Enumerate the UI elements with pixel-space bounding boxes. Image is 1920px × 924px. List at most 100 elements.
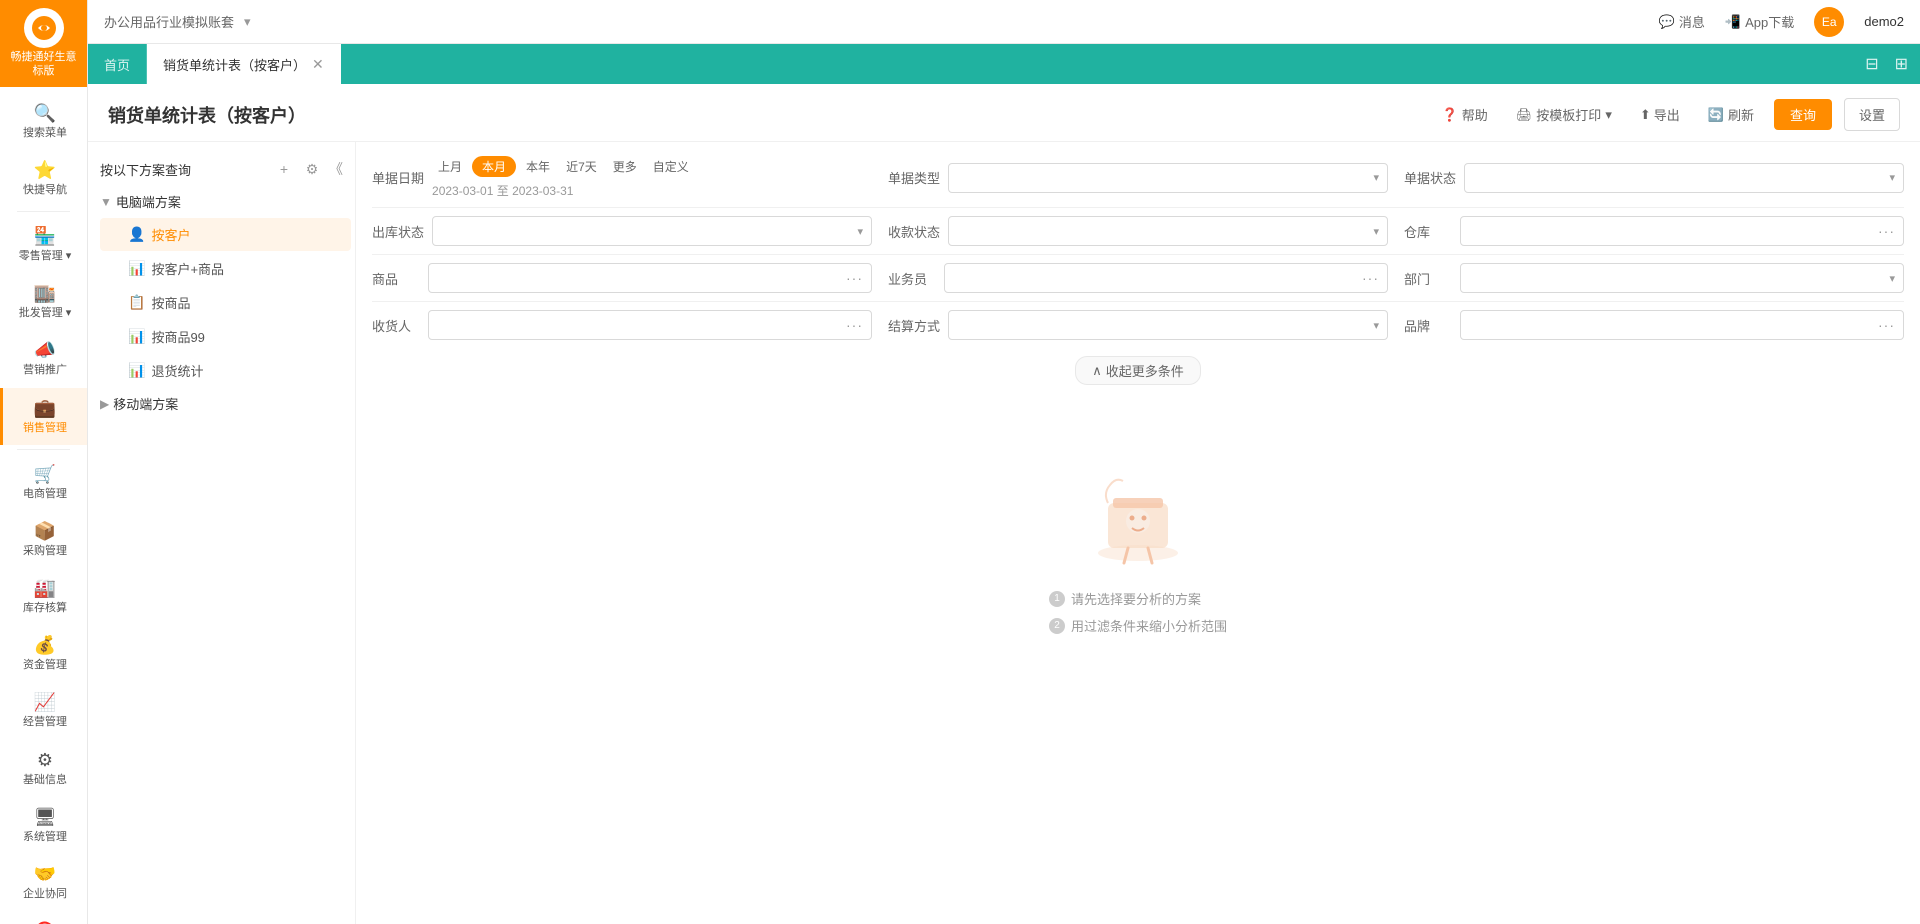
- scheme-item-return-stat-label: 退货统计: [151, 361, 203, 380]
- receiver-input[interactable]: ···: [428, 310, 872, 340]
- tab-sales-stat-label: 销货单统计表（按客户）: [163, 55, 306, 74]
- shortcut-icon: ⭐: [34, 160, 56, 181]
- sidebar-item-newbie[interactable]: 🎯 新手引导: [0, 911, 87, 924]
- collapse-more-btn[interactable]: ∧ 收起更多条件: [1075, 356, 1201, 385]
- export-btn[interactable]: ⬆ 导出: [1632, 101, 1688, 128]
- order-status-input[interactable]: ▾: [1464, 163, 1904, 193]
- product-icon: 📋: [128, 294, 145, 311]
- page-header: 销货单统计表（按客户） ❓ 帮助 🖨 按模板打印 ▾ ⬆ 导出: [88, 84, 1920, 142]
- mobile-group-header[interactable]: ▶ 移动端方案: [92, 388, 351, 419]
- section-divider-1: [372, 207, 1904, 208]
- content-layout: 按以下方案查询 + ⚙ 《 ▼ 电脑端方案: [88, 142, 1920, 924]
- date-quick-7days[interactable]: 近7天: [560, 156, 603, 177]
- date-quick-prev-month[interactable]: 上月: [432, 156, 468, 177]
- scheme-item-by-customer[interactable]: 👤 按客户: [100, 218, 351, 251]
- filter-item-warehouse: 仓库 ···: [1404, 216, 1904, 246]
- sidebar-item-finance[interactable]: 💰 资金管理: [0, 625, 87, 682]
- department-input[interactable]: ▾: [1460, 263, 1904, 293]
- wholesale-icon: 🏬: [34, 283, 56, 304]
- sidebar-item-shortcut[interactable]: ⭐ 快捷导航: [0, 150, 87, 207]
- filter-item-product: 商品 ···: [372, 263, 872, 293]
- scheme-item-by-product[interactable]: 📋 按商品: [100, 286, 351, 319]
- help-btn[interactable]: ❓ 帮助: [1434, 101, 1496, 128]
- collapse-panel-btn[interactable]: 《: [329, 159, 343, 179]
- sidebar-item-operations[interactable]: 📈 经营管理: [0, 682, 87, 739]
- sidebar-item-enterprise[interactable]: 🤝 企业协同: [0, 854, 87, 911]
- sidebar-item-wholesale[interactable]: 🏬 批发管理 ▾: [0, 273, 87, 330]
- sidebar-search-label: 搜索菜单: [23, 127, 67, 140]
- scheme-item-by-customer-product-label: 按客户+商品: [151, 259, 224, 278]
- scheme-item-by-customer-product[interactable]: 📊 按客户+商品: [100, 252, 351, 285]
- order-type-input[interactable]: ▾: [948, 163, 1388, 193]
- scheme-item-by-product-99[interactable]: 📊 按商品99: [100, 320, 351, 353]
- filter-item-out-status: 出库状态 ▾: [372, 216, 872, 246]
- empty-tips: 1 请先选择要分析的方案 2 用过滤条件来缩小分析范围: [1049, 589, 1227, 643]
- sidebar-item-retail[interactable]: 🏪 零售管理 ▾: [0, 216, 87, 273]
- tab-sales-stat-close[interactable]: ✕: [312, 57, 324, 71]
- sidebar-finance-label: 资金管理: [23, 659, 67, 672]
- logo-area[interactable]: 畅捷通好生意标版: [0, 0, 87, 87]
- section-divider-2: [372, 254, 1904, 255]
- tab-minimize-icon[interactable]: ⊟: [1861, 50, 1882, 78]
- mobile-scheme-group: ▶ 移动端方案: [88, 388, 355, 419]
- sidebar-item-purchase[interactable]: 📦 采购管理: [0, 511, 87, 568]
- warehouse-dots: ···: [1878, 223, 1895, 239]
- order-type-arrow: ▾: [1373, 171, 1379, 184]
- sidebar-item-ecommerce[interactable]: 🛒 电商管理: [0, 454, 87, 511]
- app-download-btn[interactable]: 📲 App下载: [1725, 12, 1794, 31]
- brand-input[interactable]: ···: [1460, 310, 1904, 340]
- marketing-icon: 📣: [34, 340, 56, 361]
- sidebar-item-search[interactable]: 🔍 搜索菜单: [0, 93, 87, 150]
- date-quick-this-year[interactable]: 本年: [520, 156, 556, 177]
- help-label: 帮助: [1462, 105, 1488, 124]
- receipt-status-input[interactable]: ▾: [948, 216, 1388, 246]
- scheme-item-by-customer-label: 按客户: [151, 225, 190, 244]
- sidebar-operations-label: 经营管理: [23, 716, 67, 729]
- product-input[interactable]: ···: [428, 263, 872, 293]
- topbar-dropdown-icon[interactable]: ▾: [244, 14, 260, 30]
- filter-item-order-status: 单据状态 ▾: [1404, 163, 1904, 193]
- mobile-group-label: 移动端方案: [113, 394, 178, 413]
- sidebar-item-basic[interactable]: ⚙ 基础信息: [0, 740, 87, 797]
- export-label: 导出: [1654, 105, 1680, 124]
- desktop-group-header[interactable]: ▼ 电脑端方案: [92, 186, 351, 217]
- page-title: 销货单统计表（按客户）: [108, 102, 306, 128]
- tab-sales-stat[interactable]: 销货单统计表（按客户） ✕: [147, 44, 341, 84]
- system-icon: 🖥: [34, 807, 57, 828]
- messages-btn[interactable]: 💬 消息: [1659, 12, 1705, 31]
- date-quick-custom[interactable]: 自定义: [647, 156, 695, 177]
- filter-item-receiver: 收货人 ···: [372, 310, 872, 340]
- receipt-status-arrow: ▾: [1373, 225, 1379, 238]
- query-btn[interactable]: 查询: [1774, 99, 1832, 130]
- sidebar-item-sales[interactable]: 💼 销售管理: [0, 388, 87, 445]
- filter-row-2: 出库状态 ▾ 收款状态 ▾: [372, 216, 1904, 246]
- out-status-input[interactable]: ▾: [432, 216, 872, 246]
- sidebar-item-inventory[interactable]: 🏭 库存核算: [0, 568, 87, 625]
- tab-maximize-icon[interactable]: ⊞: [1891, 50, 1912, 78]
- basic-icon: ⚙: [37, 750, 53, 771]
- tab-home[interactable]: 首页: [88, 44, 147, 84]
- settlement-input[interactable]: ▾: [948, 310, 1388, 340]
- messages-label: 消息: [1679, 12, 1705, 31]
- product99-icon: 📊: [128, 328, 145, 345]
- refresh-btn[interactable]: 🔄 刷新: [1700, 101, 1762, 128]
- date-quick-more[interactable]: 更多: [607, 156, 643, 177]
- settings-btn[interactable]: 设置: [1844, 98, 1900, 131]
- salesperson-input[interactable]: ···: [944, 263, 1388, 293]
- add-scheme-btn[interactable]: +: [273, 158, 295, 180]
- settlement-arrow: ▾: [1373, 319, 1379, 332]
- scheme-item-return-stat[interactable]: 📊 退货统计: [100, 354, 351, 387]
- sidebar-item-marketing[interactable]: 📣 营销推广: [0, 330, 87, 387]
- sidebar-purchase-label: 采购管理: [23, 545, 67, 558]
- user-avatar[interactable]: Ea: [1814, 7, 1844, 37]
- sidebar-enterprise-label: 企业协同: [23, 888, 67, 901]
- template-print-btn[interactable]: 🖨 按模板打印 ▾: [1508, 101, 1620, 128]
- settings-scheme-btn[interactable]: ⚙: [301, 158, 323, 180]
- filter-row-3: 商品 ··· 业务员 ···: [372, 263, 1904, 293]
- filter-item-department: 部门 ▾: [1404, 263, 1904, 293]
- sidebar-item-system[interactable]: 🖥 系统管理: [0, 797, 87, 854]
- warehouse-input[interactable]: ···: [1460, 216, 1904, 246]
- date-quick-this-month[interactable]: 本月: [472, 156, 516, 177]
- out-status-label: 出库状态: [372, 222, 424, 241]
- tab-expand: ⊟ ⊞: [1861, 50, 1912, 78]
